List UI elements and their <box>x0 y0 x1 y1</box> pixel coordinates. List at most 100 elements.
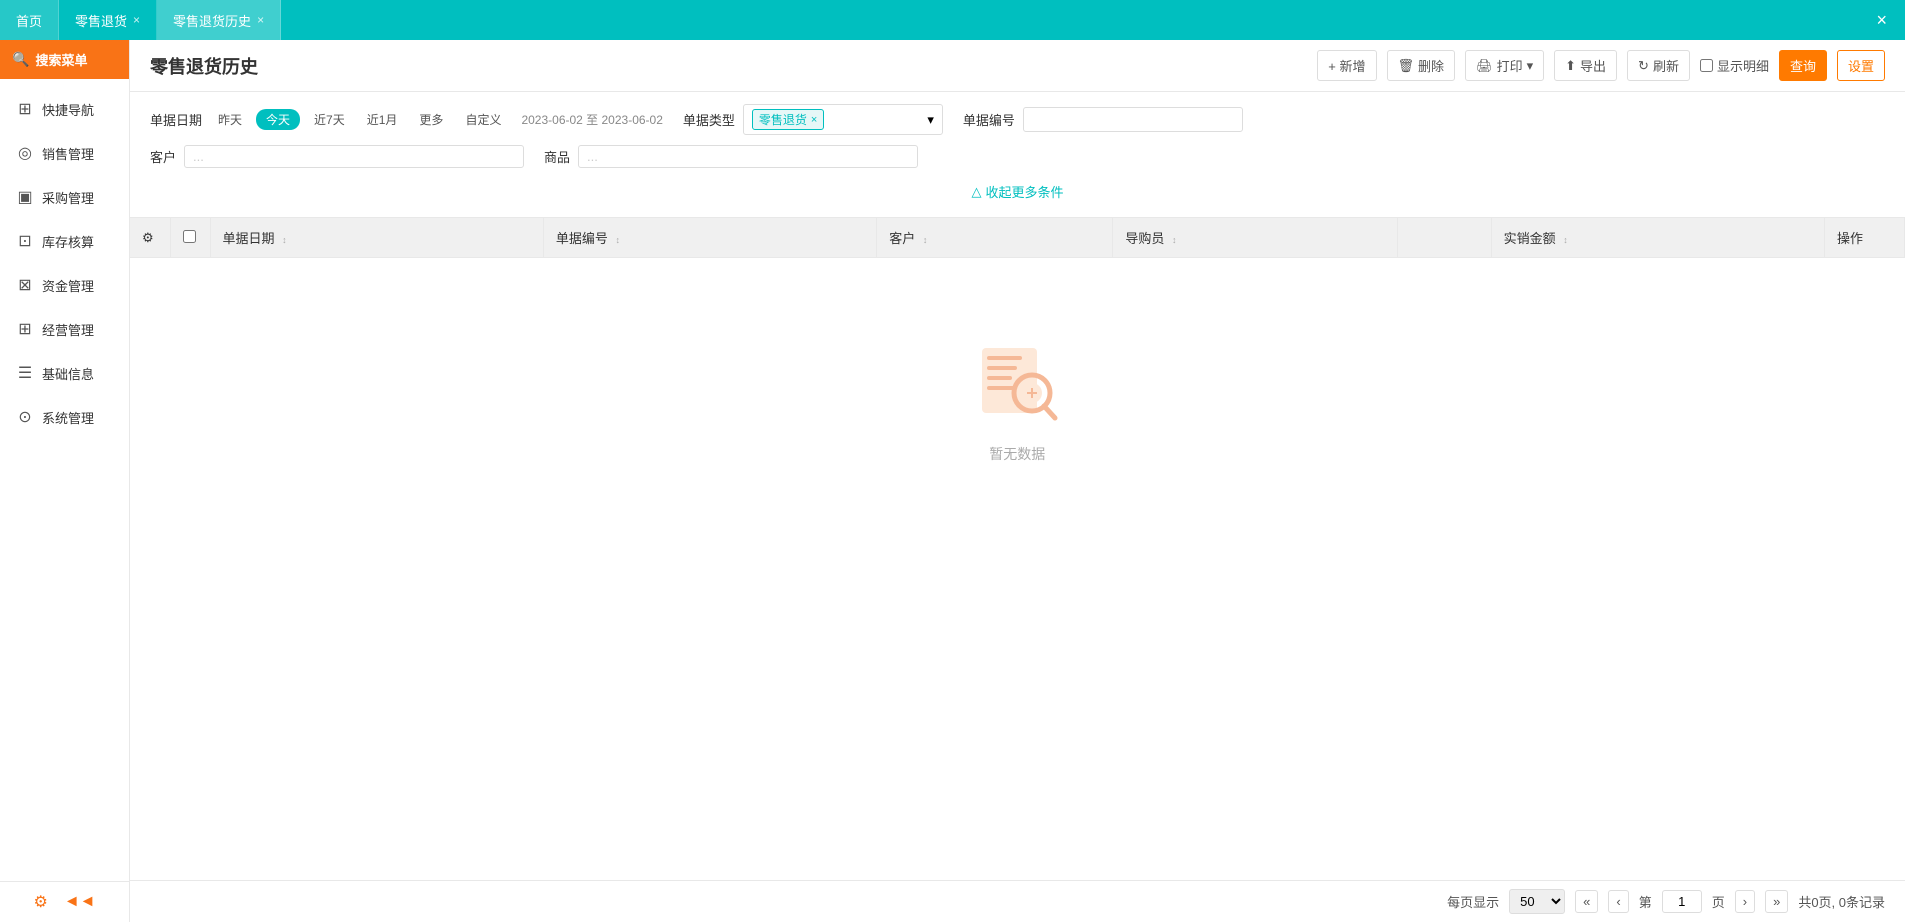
doc-number-label: 单据编号 <box>963 110 1015 129</box>
tab-retail-return-history[interactable]: 零售退货历史 × <box>157 0 281 40</box>
delete-button[interactable]: 🗑 删除 <box>1387 50 1456 81</box>
sidebar-item-sales[interactable]: ◎ 销售管理 <box>0 131 129 175</box>
filter-doc-number: 单据编号 <box>963 107 1243 132</box>
sidebar-item-finance[interactable]: ⊠ 资金管理 <box>0 263 129 307</box>
operations-icon: ⊞ <box>16 319 34 339</box>
select-all-checkbox[interactable] <box>183 230 196 243</box>
th-amount[interactable]: 实销金额 ↕ <box>1491 218 1824 258</box>
page-size-label: 每页显示 <box>1447 892 1499 911</box>
export-button[interactable]: ⬆ 导出 <box>1554 50 1617 81</box>
sort-guide: ↕ <box>1172 235 1177 245</box>
speaker-icon[interactable]: ◄◄ <box>64 893 96 911</box>
empty-state: 暂无数据 <box>130 258 1905 544</box>
filter-area: 单据日期 昨天 今天 近7天 近1月 更多 自定义 2023-06-02 至 2… <box>130 92 1905 218</box>
sidebar-item-inventory-label: 库存核算 <box>42 232 94 251</box>
doc-number-input[interactable] <box>1023 107 1243 132</box>
search-icon: 🔍 <box>12 51 29 68</box>
prev-page-button[interactable]: ‹ <box>1608 890 1628 913</box>
print-button-label: 打印 <box>1497 56 1523 75</box>
date-btn-more[interactable]: 更多 <box>411 109 451 130</box>
sidebar-item-basic-info-label: 基础信息 <box>42 364 94 383</box>
doc-type-dropdown-icon: ▾ <box>927 112 934 128</box>
display-detail-checkbox[interactable]: 显示明细 <box>1700 56 1769 75</box>
tab-home[interactable]: 首页 <box>0 0 59 40</box>
settings-icon[interactable]: ⚙ <box>33 892 47 912</box>
top-bar: 首页 零售退货 × 零售退货历史 × × <box>0 0 1905 40</box>
doc-type-tag-close[interactable]: × <box>811 114 817 126</box>
table-body: 暂无数据 <box>130 258 1905 545</box>
delete-icon: 🗑 <box>1398 58 1415 74</box>
date-btn-1month[interactable]: 近1月 <box>359 109 406 130</box>
date-btn-today[interactable]: 今天 <box>256 109 300 130</box>
first-page-button[interactable]: « <box>1575 890 1598 913</box>
sidebar-search[interactable]: 🔍 搜索菜单 <box>0 40 129 79</box>
inventory-icon: ⊡ <box>16 231 34 251</box>
collapse-row: △ 收起更多条件 <box>150 178 1885 205</box>
sidebar-item-purchase[interactable]: ▣ 采购管理 <box>0 175 129 219</box>
sidebar-item-quick-nav[interactable]: ⊞ 快捷导航 <box>0 87 129 131</box>
th-guide[interactable]: 导购员 ↕ <box>1113 218 1398 258</box>
tab-list: 首页 零售退货 × 零售退货历史 × <box>0 0 1868 40</box>
print-button[interactable]: 🖨 打印 ▾ <box>1465 50 1544 81</box>
date-btn-yesterday[interactable]: 昨天 <box>210 109 250 130</box>
sort-doc-date: ↕ <box>282 235 287 245</box>
th-settings[interactable]: ⚙ <box>130 218 170 258</box>
th-customer[interactable]: 客户 ↕ <box>877 218 1113 258</box>
doc-type-tag: 零售退货 × <box>752 109 824 130</box>
window-close-button[interactable]: × <box>1868 10 1895 31</box>
sidebar-item-system[interactable]: ⊙ 系统管理 <box>0 395 129 439</box>
sidebar-item-inventory[interactable]: ⊡ 库存核算 <box>0 219 129 263</box>
customer-label: 客户 <box>150 147 176 166</box>
settings-button-label: 设置 <box>1848 56 1874 75</box>
sidebar-item-basic-info[interactable]: ☰ 基础信息 <box>0 351 129 395</box>
tab-retail-return[interactable]: 零售退货 × <box>59 0 157 40</box>
settings-button[interactable]: 设置 <box>1837 50 1885 81</box>
finance-icon: ⊠ <box>16 275 34 295</box>
search-label: 搜索菜单 <box>35 50 87 69</box>
page-label: 第 <box>1639 892 1652 911</box>
content-area: 零售退货历史 + 新增 🗑 删除 🖨 打印 ▾ ⬆ 导出 <box>130 40 1905 922</box>
collapse-label: 收起更多条件 <box>985 182 1063 201</box>
page-input[interactable] <box>1662 890 1702 913</box>
page-unit: 页 <box>1712 892 1725 911</box>
collapse-icon: △ <box>971 184 981 200</box>
th-doc-no[interactable]: 单据编号 ↕ <box>543 218 876 258</box>
sidebar-footer: ⚙ ◄◄ <box>0 881 129 922</box>
sidebar-item-operations-label: 经营管理 <box>42 320 94 339</box>
sidebar-nav: ⊞ 快捷导航 ◎ 销售管理 ▣ 采购管理 ⊡ 库存核算 ⊠ 资金管理 ⊞ 经营管… <box>0 79 129 881</box>
empty-illustration <box>967 338 1067 428</box>
basic-info-icon: ☰ <box>16 363 34 383</box>
system-icon: ⊙ <box>16 407 34 427</box>
sidebar-item-operations[interactable]: ⊞ 经营管理 <box>0 307 129 351</box>
doc-type-select[interactable]: 零售退货 × ▾ <box>743 104 943 135</box>
sidebar-item-quick-nav-label: 快捷导航 <box>42 100 94 119</box>
goods-label: 商品 <box>544 147 570 166</box>
sort-customer: ↕ <box>923 235 928 245</box>
sidebar-item-sales-label: 销售管理 <box>42 144 94 163</box>
next-page-button[interactable]: › <box>1735 890 1755 913</box>
goods-input-wrapper[interactable]: ... <box>578 145 918 168</box>
th-doc-date[interactable]: 单据日期 ↕ <box>210 218 543 258</box>
tab-retail-return-close[interactable]: × <box>133 13 140 27</box>
filter-customer: 客户 ... <box>150 145 524 168</box>
export-icon: ⬆ <box>1565 58 1576 74</box>
table-header: ⚙ 单据日期 ↕ 单据编号 ↕ <box>130 218 1905 258</box>
tab-retail-return-history-close[interactable]: × <box>257 13 264 27</box>
display-detail-input[interactable] <box>1700 59 1713 72</box>
last-page-button[interactable]: » <box>1765 890 1788 913</box>
display-detail-label: 显示明细 <box>1717 56 1769 75</box>
refresh-button[interactable]: ↻ 刷新 <box>1627 50 1690 81</box>
add-button[interactable]: + 新增 <box>1317 50 1376 81</box>
settings-gear-icon[interactable]: ⚙ <box>142 230 154 245</box>
filter-date: 单据日期 昨天 今天 近7天 近1月 更多 自定义 2023-06-02 至 2… <box>150 109 663 130</box>
date-btn-custom[interactable]: 自定义 <box>457 109 509 130</box>
th-checkbox[interactable] <box>170 218 210 258</box>
date-btn-7days[interactable]: 近7天 <box>306 109 353 130</box>
date-range-text: 2023-06-02 至 2023-06-02 <box>521 111 662 128</box>
sidebar: 🔍 搜索菜单 ⊞ 快捷导航 ◎ 销售管理 ▣ 采购管理 ⊡ 库存核算 ⊠ 资金管 <box>0 40 130 922</box>
collapse-button[interactable]: △ 收起更多条件 <box>959 178 1075 205</box>
delete-button-label: 删除 <box>1418 56 1444 75</box>
doc-type-label: 单据类型 <box>683 110 735 129</box>
page-size-select[interactable]: 20 50 100 200 <box>1509 889 1565 914</box>
query-button[interactable]: 查询 <box>1779 50 1827 81</box>
